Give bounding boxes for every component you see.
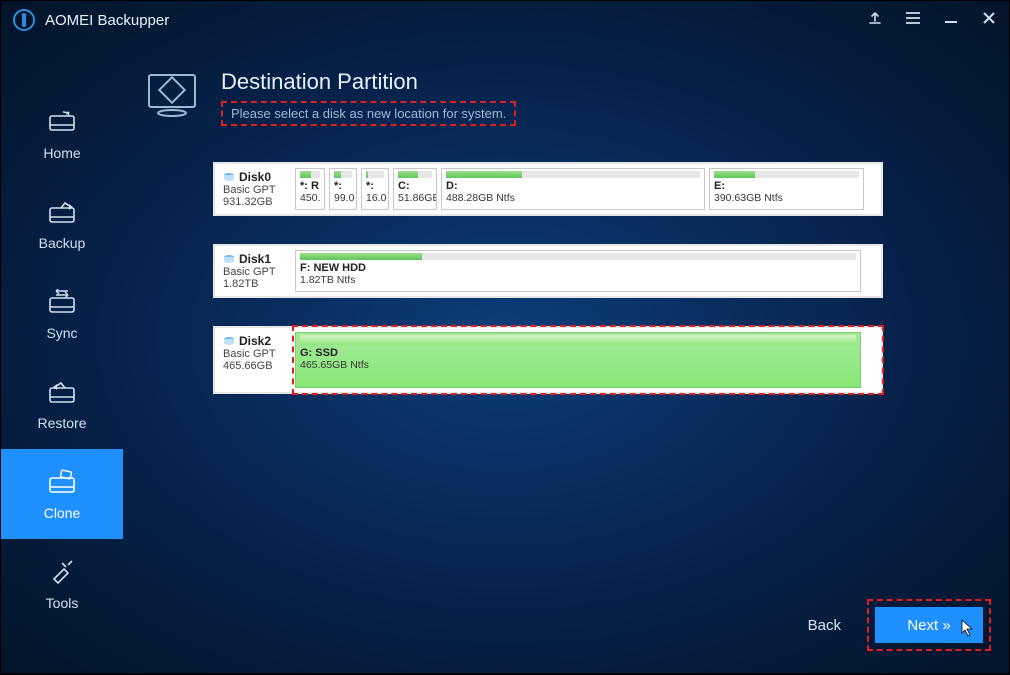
partition[interactable]: E:390.63GB Ntfs bbox=[709, 168, 864, 210]
partition-size: 99.0 bbox=[334, 192, 352, 204]
partition-size: 390.63GB Ntfs bbox=[714, 192, 859, 204]
partition-list: F: NEW HDD1.82TB Ntfs bbox=[295, 246, 881, 296]
sidebar-label: Restore bbox=[37, 415, 86, 431]
page-title: Destination Partition bbox=[221, 69, 516, 95]
disk-size: 931.32GB bbox=[223, 196, 287, 208]
disk-info: Disk0Basic GPT931.32GB bbox=[215, 164, 295, 214]
partition-label: D: bbox=[446, 180, 700, 192]
disk-type: Basic GPT bbox=[223, 184, 287, 196]
upgrade-icon[interactable] bbox=[867, 10, 883, 31]
disk-name: Disk2 bbox=[239, 334, 271, 348]
app-logo-icon bbox=[13, 9, 35, 31]
partition-label: *: R bbox=[300, 180, 320, 192]
disk-name: Disk0 bbox=[239, 170, 271, 184]
sidebar-item-sync[interactable]: Sync bbox=[1, 269, 123, 359]
sidebar-label: Sync bbox=[46, 325, 77, 341]
sidebar: Home Backup Sync Restore bbox=[1, 39, 123, 673]
disk-size: 465.66GB bbox=[223, 360, 287, 372]
disk-info: Disk1Basic GPT1.82TB bbox=[215, 246, 295, 296]
disk-type: Basic GPT bbox=[223, 266, 287, 278]
app-title: AOMEI Backupper bbox=[45, 12, 169, 29]
sidebar-label: Home bbox=[43, 145, 80, 161]
partition-list: *: R450.*:99.0*:16.0C:51.86GBD:488.28GB … bbox=[295, 164, 881, 214]
backup-icon bbox=[46, 197, 78, 227]
disk-name: Disk1 bbox=[239, 252, 271, 266]
partition[interactable]: *:99.0 bbox=[329, 168, 357, 210]
sidebar-item-restore[interactable]: Restore bbox=[1, 359, 123, 449]
sync-icon bbox=[46, 287, 78, 317]
page-header: Destination Partition Please select a di… bbox=[143, 69, 969, 126]
menu-icon[interactable] bbox=[905, 11, 921, 30]
partition[interactable]: G: SSD465.65GB Ntfs bbox=[295, 332, 861, 388]
partition-label: G: SSD bbox=[300, 347, 856, 359]
partition[interactable]: *: R450. bbox=[295, 168, 325, 210]
next-button[interactable]: Next » bbox=[875, 607, 983, 643]
close-icon[interactable] bbox=[981, 10, 997, 31]
partition[interactable]: D:488.28GB Ntfs bbox=[441, 168, 705, 210]
footer: Back Next » bbox=[808, 599, 991, 651]
clone-icon bbox=[46, 467, 78, 497]
sidebar-label: Tools bbox=[46, 595, 79, 611]
partition[interactable]: C:51.86GB bbox=[393, 168, 437, 210]
destination-icon bbox=[143, 69, 201, 119]
disk-size: 1.82TB bbox=[223, 278, 287, 290]
sidebar-label: Backup bbox=[39, 235, 86, 251]
sidebar-label: Clone bbox=[44, 505, 81, 521]
sidebar-item-backup[interactable]: Backup bbox=[1, 179, 123, 269]
partition-label: E: bbox=[714, 180, 859, 192]
partition-label: *: bbox=[334, 180, 352, 192]
tools-icon bbox=[46, 557, 78, 587]
partition-size: 16.0 bbox=[366, 192, 384, 204]
app-window: AOMEI Backupper Home bbox=[1, 1, 1009, 673]
page-subtitle: Please select a disk as new location for… bbox=[221, 101, 516, 126]
disk-icon bbox=[223, 171, 235, 183]
sidebar-item-tools[interactable]: Tools bbox=[1, 539, 123, 629]
partition-label: C: bbox=[398, 180, 432, 192]
cursor-icon bbox=[961, 619, 975, 637]
back-button[interactable]: Back bbox=[808, 617, 841, 634]
titlebar: AOMEI Backupper bbox=[1, 1, 1009, 39]
sidebar-item-clone[interactable]: Clone bbox=[1, 449, 123, 539]
disk-row[interactable]: Disk2Basic GPT465.66GBG: SSD465.65GB Ntf… bbox=[213, 326, 883, 394]
partition-size: 465.65GB Ntfs bbox=[300, 359, 856, 371]
disk-type: Basic GPT bbox=[223, 348, 287, 360]
partition[interactable]: *:16.0 bbox=[361, 168, 389, 210]
partition-label: F: NEW HDD bbox=[300, 262, 856, 274]
titlebar-controls bbox=[867, 10, 997, 31]
disk-icon bbox=[223, 253, 235, 265]
next-highlight: Next » bbox=[867, 599, 991, 651]
partition-size: 488.28GB Ntfs bbox=[446, 192, 700, 204]
page-header-text: Destination Partition Please select a di… bbox=[221, 69, 516, 126]
partition-size: 1.82TB Ntfs bbox=[300, 274, 856, 286]
disk-row[interactable]: Disk0Basic GPT931.32GB*: R450.*:99.0*:16… bbox=[213, 162, 883, 216]
home-icon bbox=[46, 107, 78, 137]
sidebar-item-home[interactable]: Home bbox=[1, 89, 123, 179]
next-label: Next » bbox=[907, 617, 950, 634]
minimize-icon[interactable] bbox=[943, 10, 959, 31]
disk-icon bbox=[223, 335, 235, 347]
disk-list: Disk0Basic GPT931.32GB*: R450.*:99.0*:16… bbox=[213, 162, 883, 394]
partition-size: 51.86GB bbox=[398, 192, 432, 204]
restore-icon bbox=[46, 377, 78, 407]
partition-size: 450. bbox=[300, 192, 320, 204]
partition-label: *: bbox=[366, 180, 384, 192]
app-body: Home Backup Sync Restore bbox=[1, 39, 1009, 673]
titlebar-left: AOMEI Backupper bbox=[13, 9, 169, 31]
main-content: Destination Partition Please select a di… bbox=[123, 39, 1009, 673]
partition-list: G: SSD465.65GB Ntfs bbox=[295, 328, 881, 392]
disk-row[interactable]: Disk1Basic GPT1.82TBF: NEW HDD1.82TB Ntf… bbox=[213, 244, 883, 298]
partition[interactable]: F: NEW HDD1.82TB Ntfs bbox=[295, 250, 861, 292]
disk-info: Disk2Basic GPT465.66GB bbox=[215, 328, 295, 392]
